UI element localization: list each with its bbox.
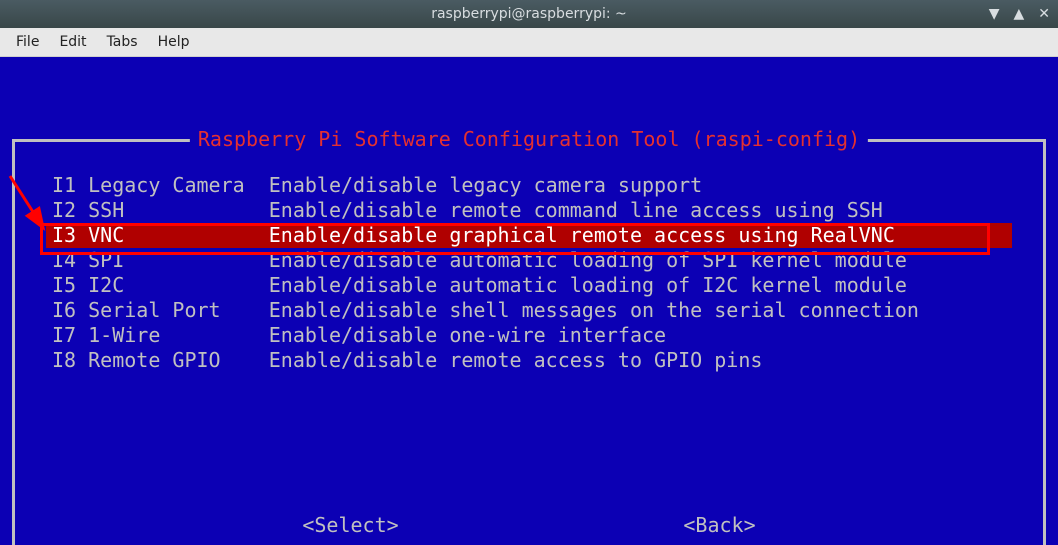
menu-help[interactable]: Help xyxy=(148,30,200,54)
option-row-i1[interactable]: I1 Legacy Camera Enable/disable legacy c… xyxy=(46,173,1012,198)
menubar: File Edit Tabs Help xyxy=(0,28,1058,57)
close-icon[interactable]: ✕ xyxy=(1038,7,1050,21)
option-row-i4[interactable]: I4 SPI Enable/disable automatic loading … xyxy=(46,248,1012,273)
window-title: raspberrypi@raspberrypi: ~ xyxy=(431,6,627,22)
titlebar: raspberrypi@raspberrypi: ~ ▼ ▲ ✕ xyxy=(0,0,1058,28)
options-list: I1 Legacy Camera Enable/disable legacy c… xyxy=(46,173,1012,373)
option-row-i3[interactable]: I3 VNC Enable/disable graphical remote a… xyxy=(46,223,1012,248)
select-button[interactable]: <Select> xyxy=(302,513,398,538)
option-row-i5[interactable]: I5 I2C Enable/disable automatic loading … xyxy=(46,273,1012,298)
option-row-i7[interactable]: I7 1-Wire Enable/disable one-wire interf… xyxy=(46,323,1012,348)
dialog-title: Raspberry Pi Software Configuration Tool… xyxy=(190,127,868,152)
minimize-icon[interactable]: ▼ xyxy=(989,7,1000,21)
option-row-i6[interactable]: I6 Serial Port Enable/disable shell mess… xyxy=(46,298,1012,323)
maximize-icon[interactable]: ▲ xyxy=(1013,7,1024,21)
window-controls: ▼ ▲ ✕ xyxy=(989,0,1050,28)
back-button[interactable]: <Back> xyxy=(683,513,755,538)
menu-edit[interactable]: Edit xyxy=(49,30,96,54)
dialog-buttons: <Select> <Back> xyxy=(0,513,1058,538)
menu-tabs[interactable]: Tabs xyxy=(97,30,148,54)
option-row-i8[interactable]: I8 Remote GPIO Enable/disable remote acc… xyxy=(46,348,1012,373)
option-row-i2[interactable]: I2 SSH Enable/disable remote command lin… xyxy=(46,198,1012,223)
menu-file[interactable]: File xyxy=(6,30,49,54)
terminal[interactable]: Raspberry Pi Software Configuration Tool… xyxy=(0,57,1058,545)
